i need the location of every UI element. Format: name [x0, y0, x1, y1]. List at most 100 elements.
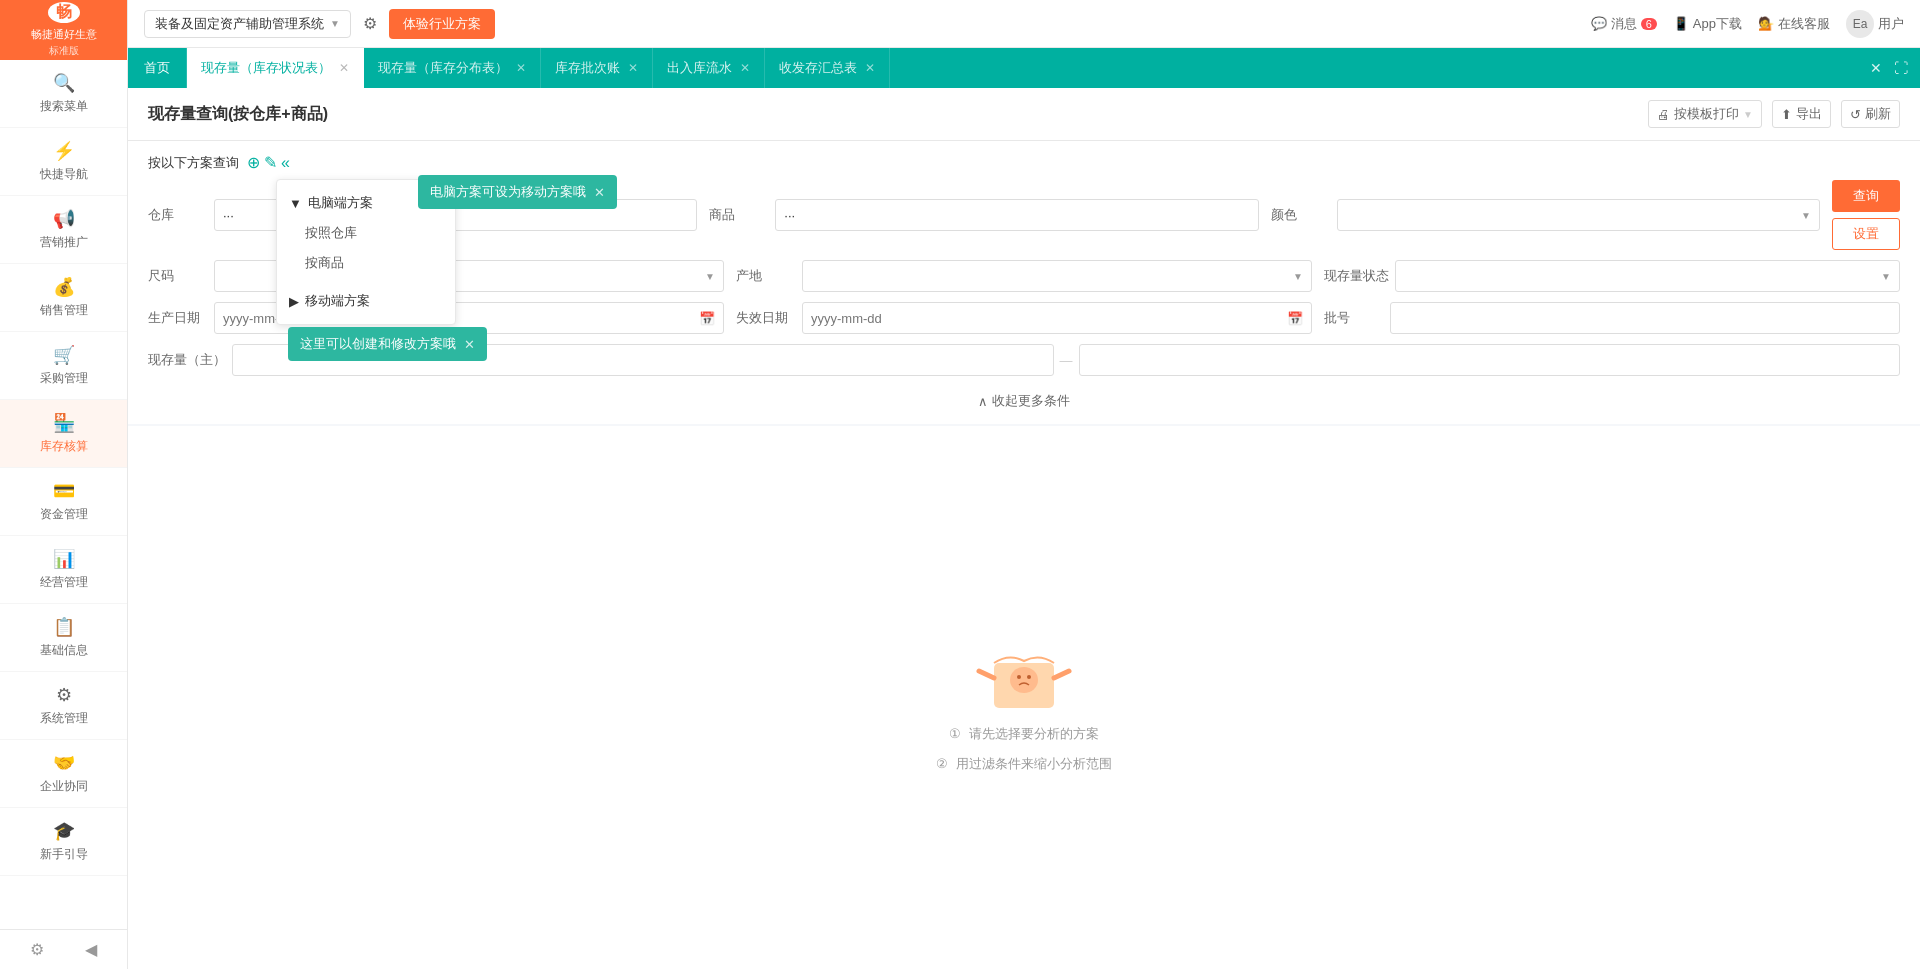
mobile-scheme-label: 移动端方案 [305, 292, 370, 310]
user-item[interactable]: Ea 用户 [1846, 10, 1904, 38]
stock-main-to-field[interactable] [1088, 353, 1892, 368]
tab-stock-status[interactable]: 现存量（库存状况表） ✕ [187, 48, 364, 88]
sidebar: 畅 畅捷通好生意 标准版 🔍 搜索菜单 ⚡ 快捷导航 📢 营销推广 💰 销售管理… [0, 0, 128, 969]
collapse-button[interactable]: ∧ 收起更多条件 [148, 386, 1900, 416]
stock-status-select[interactable]: ▼ [1395, 260, 1900, 292]
empty-hint2-text: 用过滤条件来缩小分析范围 [956, 755, 1112, 773]
system-icon: ⚙ [56, 684, 72, 706]
batch-no-label: 批号 [1324, 309, 1384, 327]
sidebar-item-purchase[interactable]: 🛒 采购管理 [0, 332, 127, 400]
guide-icon: 🎓 [53, 820, 75, 842]
export-button[interactable]: ⬆ 导出 [1772, 100, 1831, 128]
goods-select[interactable]: ··· [775, 199, 1258, 231]
marketing-icon: 📢 [53, 208, 75, 230]
back-scheme-icon[interactable]: « [281, 154, 290, 172]
user-avatar: Ea [1846, 10, 1874, 38]
origin-select[interactable]: ▼ [802, 260, 1312, 292]
sidebar-settings-icon[interactable]: ⚙ [30, 940, 44, 959]
sidebar-item-label-finance: 资金管理 [40, 506, 88, 523]
tab-batch-account-close[interactable]: ✕ [628, 61, 638, 75]
origin-arrow: ▼ [1293, 271, 1303, 282]
user-label: 用户 [1878, 15, 1904, 33]
sidebar-item-system[interactable]: ⚙ 系统管理 [0, 672, 127, 740]
tab-batch-account[interactable]: 库存批次账 ✕ [541, 48, 653, 88]
expire-date-cal-icon[interactable]: 📅 [1287, 311, 1303, 326]
sidebar-item-label-marketing: 营销推广 [40, 234, 88, 251]
print-button[interactable]: 🖨 按模板打印 ▼ [1648, 100, 1762, 128]
batch-no-input[interactable] [1390, 302, 1900, 334]
export-icon: ⬆ [1781, 107, 1792, 122]
logo-icon: 畅 [48, 2, 80, 23]
scheme-tooltip-1-close[interactable]: ✕ [594, 185, 605, 200]
mobile-scheme-header[interactable]: ▶ 移动端方案 [277, 286, 455, 316]
industry-button[interactable]: 体验行业方案 [389, 9, 495, 39]
filter-color: 颜色 ▼ [1271, 199, 1820, 231]
page-actions: 🖨 按模板打印 ▼ ⬆ 导出 ↺ 刷新 [1648, 100, 1900, 128]
message-item[interactable]: 💬 消息 6 [1591, 15, 1657, 33]
collapse-arrow-icon: ∧ [978, 394, 988, 409]
scheme-item-warehouse[interactable]: 按照仓库 [277, 218, 455, 248]
gear-button[interactable]: ⚙ [363, 14, 377, 33]
sidebar-item-label-enterprise: 企业协同 [40, 778, 88, 795]
expire-date-field[interactable] [811, 311, 1279, 326]
batch-no-field[interactable] [1399, 311, 1891, 326]
export-label: 导出 [1796, 105, 1822, 123]
online-service-item[interactable]: 💁 在线客服 [1758, 15, 1830, 33]
add-scheme-icon[interactable]: ⊕ [247, 153, 260, 172]
sidebar-item-guide[interactable]: 🎓 新手引导 [0, 808, 127, 876]
sidebar-item-base[interactable]: 📋 基础信息 [0, 604, 127, 672]
sidebar-item-label-purchase: 采购管理 [40, 370, 88, 387]
tab-stock-dist-close[interactable]: ✕ [516, 61, 526, 75]
sidebar-item-search[interactable]: 🔍 搜索菜单 [0, 60, 127, 128]
tab-in-out-flow-close[interactable]: ✕ [740, 61, 750, 75]
stock-status-arrow: ▼ [1881, 271, 1891, 282]
sidebar-item-enterprise[interactable]: 🤝 企业协同 [0, 740, 127, 808]
scheme-tooltip-2-close[interactable]: ✕ [464, 337, 475, 352]
sidebar-logo: 畅 畅捷通好生意 标准版 [0, 0, 127, 60]
message-badge: 6 [1641, 18, 1657, 30]
sidebar-item-marketing[interactable]: 📢 营销推广 [0, 196, 127, 264]
tab-home[interactable]: 首页 [128, 48, 187, 88]
size-label: 尺码 [148, 267, 208, 285]
print-icon: 🖨 [1657, 107, 1670, 122]
app-selector[interactable]: 装备及固定资产辅助管理系统 ▼ [144, 10, 351, 38]
sidebar-item-operations[interactable]: 📊 经营管理 [0, 536, 127, 604]
prod-date-label: 生产日期 [148, 309, 208, 327]
tab-close-all[interactable]: ✕ [1866, 56, 1886, 80]
settings-button[interactable]: 设置 [1832, 218, 1900, 250]
logo-text: 畅捷通好生意 [31, 27, 97, 41]
sidebar-nav: 🔍 搜索菜单 ⚡ 快捷导航 📢 营销推广 💰 销售管理 🛒 采购管理 🏪 库存核… [0, 60, 127, 929]
filter-actions: ⊕ ✎ « [247, 153, 290, 172]
message-icon: 💬 [1591, 16, 1607, 31]
tab-bar-actions: ✕ ⛶ [1866, 56, 1920, 80]
empty-illustration [974, 623, 1074, 713]
sidebar-item-stock[interactable]: 🏪 库存核算 [0, 400, 127, 468]
sidebar-item-label-operations: 经营管理 [40, 574, 88, 591]
tab-recv-send-close[interactable]: ✕ [865, 61, 875, 75]
sidebar-item-quick[interactable]: ⚡ 快捷导航 [0, 128, 127, 196]
app-download-item[interactable]: 📱 App下载 [1673, 15, 1742, 33]
enterprise-icon: 🤝 [53, 752, 75, 774]
scheme-item-goods[interactable]: 按商品 [277, 248, 455, 278]
refresh-button[interactable]: ↺ 刷新 [1841, 100, 1900, 128]
sidebar-item-label-quick: 快捷导航 [40, 166, 88, 183]
expire-date-input[interactable]: 📅 [802, 302, 1312, 334]
tab-recv-send[interactable]: 收发存汇总表 ✕ [765, 48, 890, 88]
sidebar-item-finance[interactable]: 💳 资金管理 [0, 468, 127, 536]
sidebar-collapse-icon[interactable]: ◀ [85, 940, 97, 959]
logo-sub: 标准版 [49, 44, 79, 58]
sidebar-item-sales[interactable]: 💰 销售管理 [0, 264, 127, 332]
search-button[interactable]: 查询 [1832, 180, 1900, 212]
message-label: 消息 [1611, 15, 1637, 33]
origin-label: 产地 [736, 267, 796, 285]
prod-date-cal-icon[interactable]: 📅 [699, 311, 715, 326]
app-download-label: App下载 [1693, 15, 1742, 33]
stock-main-to[interactable] [1079, 344, 1901, 376]
edit-scheme-icon[interactable]: ✎ [264, 153, 277, 172]
tab-stock-dist[interactable]: 现存量（库存分布表） ✕ [364, 48, 541, 88]
color-select[interactable]: ▼ [1337, 199, 1820, 231]
tab-in-out-flow[interactable]: 出入库流水 ✕ [653, 48, 765, 88]
tab-stock-status-close[interactable]: ✕ [339, 61, 349, 75]
tab-expand[interactable]: ⛶ [1890, 56, 1912, 80]
print-label: 按模板打印 [1674, 105, 1739, 123]
